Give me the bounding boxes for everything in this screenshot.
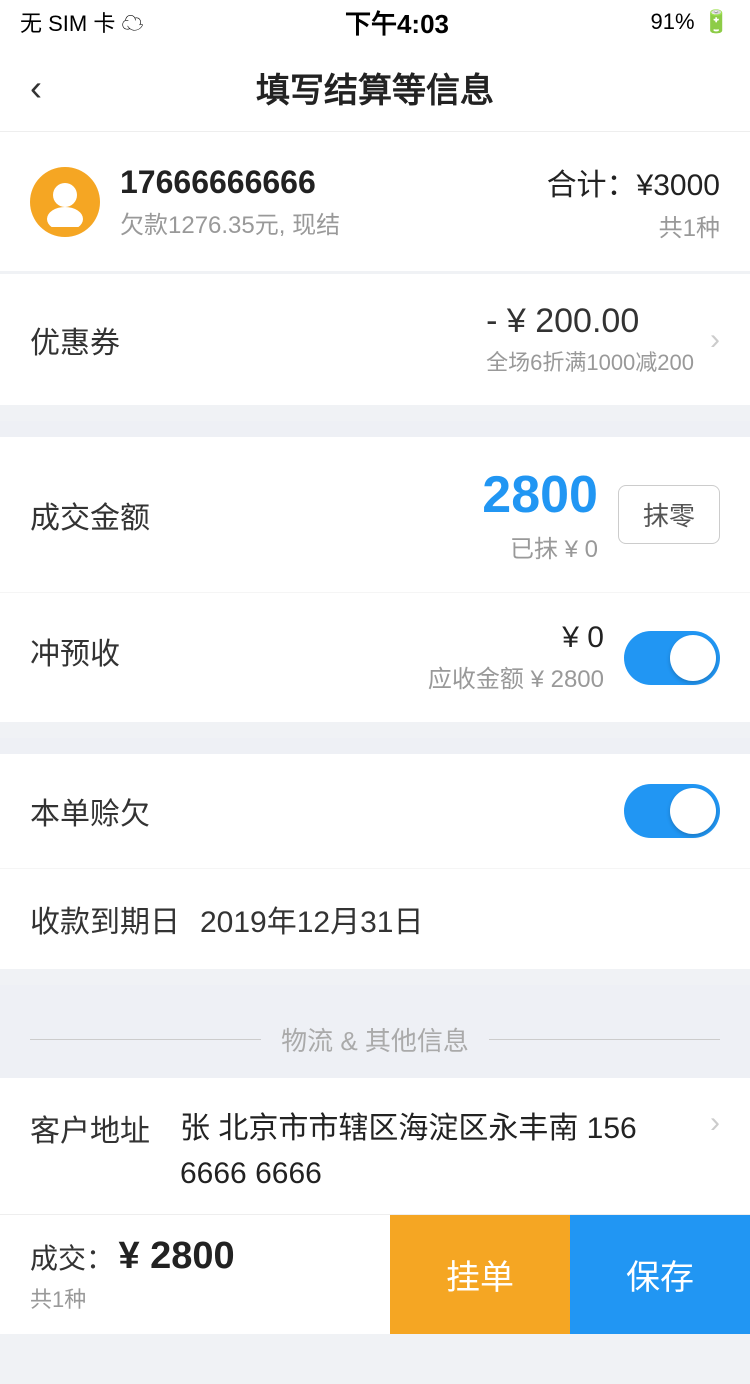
coupon-desc: 全场6折满1000减200 — [486, 345, 694, 377]
toggle-knob-2 — [670, 788, 716, 834]
amount-value-col: 2800 已抹 ¥ 0 — [482, 465, 598, 564]
amount-label: 成交金额 — [30, 493, 150, 537]
status-left: 无 SIM 卡 ☁ — [20, 6, 143, 38]
prepaid-right: ¥ 0 应收金额 ¥ 2800 — [428, 621, 720, 694]
chevron-right-icon: › — [710, 323, 720, 357]
amount-right: 2800 已抹 ¥ 0 抹零 — [482, 465, 720, 564]
coupon-row[interactable]: 优惠券 - ¥ 200.00 全场6折满1000减200 › — [0, 274, 750, 405]
separator-1 — [0, 421, 750, 437]
bottom-deal-line: 成交： ¥ 2800 — [30, 1235, 360, 1278]
bottom-count: 共1种 — [30, 1282, 360, 1314]
prepaid-label: 冲预收 — [30, 621, 120, 673]
toggle-knob-1 — [670, 635, 716, 681]
coupon-label: 优惠券 — [30, 318, 120, 362]
battery-icon: 🔋 — [703, 9, 730, 35]
bottom-bar: 成交： ¥ 2800 共1种 挂单 保存 — [0, 1214, 750, 1334]
amount-row: 成交金额 2800 已抹 ¥ 0 抹零 — [0, 437, 750, 593]
coupon-discount: - ¥ 200.00 — [486, 302, 694, 341]
customer-right: 合计：¥3000 共1种 — [547, 160, 720, 243]
credit-section: 本单赊欠 收款到期日 2019年12月31日 — [0, 754, 750, 969]
prepaid-toggle[interactable] — [624, 631, 720, 685]
customer-count: 共1种 — [547, 208, 720, 243]
date-label: 收款到期日 — [30, 897, 180, 941]
logistics-line-left — [30, 1039, 261, 1040]
date-row: 收款到期日 2019年12月31日 — [0, 868, 750, 969]
credit-toggle[interactable] — [624, 784, 720, 838]
address-row[interactable]: 客户地址 张 北京市市辖区海淀区永丰南 156 6666 6666 › — [0, 1078, 750, 1224]
status-right: 91% 🔋 — [651, 9, 730, 35]
status-bar: 无 SIM 卡 ☁ 下午4:03 91% 🔋 — [0, 0, 750, 44]
logistics-line-right — [489, 1039, 720, 1040]
customer-note: 欠款1276.35元, 现结 — [120, 205, 340, 240]
address-label: 客户地址 — [30, 1106, 150, 1150]
prepaid-value-col: ¥ 0 应收金额 ¥ 2800 — [428, 621, 604, 694]
separator-2 — [0, 738, 750, 754]
battery-text: 91% — [651, 9, 695, 35]
amount-sub: 已抹 ¥ 0 — [482, 529, 598, 564]
coupon-right: - ¥ 200.00 全场6折满1000减200 › — [486, 302, 720, 377]
logistics-header: 物流 & 其他信息 — [0, 1001, 750, 1078]
date-value: 2019年12月31日 — [200, 897, 423, 941]
logistics-text: 物流 & 其他信息 — [261, 1021, 489, 1058]
save-button[interactable]: 保存 — [570, 1215, 750, 1334]
amount-value: 2800 — [482, 465, 598, 525]
prepaid-row: 冲预收 ¥ 0 应收金额 ¥ 2800 — [0, 593, 750, 722]
customer-left: 17666666666 欠款1276.35元, 现结 — [30, 164, 340, 240]
status-time: 下午4:03 — [345, 4, 449, 41]
signal-text: 无 SIM 卡 ☁ — [20, 6, 143, 38]
credit-label: 本单赊欠 — [30, 789, 150, 833]
back-button[interactable]: ‹ — [30, 67, 42, 109]
customer-phone: 17666666666 — [120, 164, 340, 201]
bottom-deal-label: 成交： — [30, 1243, 114, 1274]
page-title: 填写结算等信息 — [256, 63, 494, 112]
hang-order-button[interactable]: 挂单 — [390, 1215, 570, 1334]
nav-bar: ‹ 填写结算等信息 — [0, 44, 750, 132]
bottom-deal-amount: ¥ 2800 — [118, 1235, 234, 1277]
round-zero-button[interactable]: 抹零 — [618, 485, 720, 544]
amount-section: 成交金额 2800 已抹 ¥ 0 抹零 冲预收 ¥ 0 应收金额 ¥ 2800 — [0, 437, 750, 722]
credit-row: 本单赊欠 — [0, 754, 750, 868]
address-value: 张 北京市市辖区海淀区永丰南 156 6666 6666 — [180, 1106, 704, 1196]
customer-card: 17666666666 欠款1276.35元, 现结 合计：¥3000 共1种 — [0, 132, 750, 272]
prepaid-amount: ¥ 0 — [428, 621, 604, 655]
avatar — [30, 167, 100, 237]
customer-info: 17666666666 欠款1276.35元, 现结 — [120, 164, 340, 240]
separator-3 — [0, 985, 750, 1001]
bottom-summary: 成交： ¥ 2800 共1种 — [0, 1215, 390, 1334]
address-chevron-icon: › — [710, 1106, 720, 1140]
prepaid-sub: 应收金额 ¥ 2800 — [428, 659, 604, 694]
customer-total: 合计：¥3000 — [547, 160, 720, 204]
main-content: 17666666666 欠款1276.35元, 现结 合计：¥3000 共1种 … — [0, 132, 750, 1384]
